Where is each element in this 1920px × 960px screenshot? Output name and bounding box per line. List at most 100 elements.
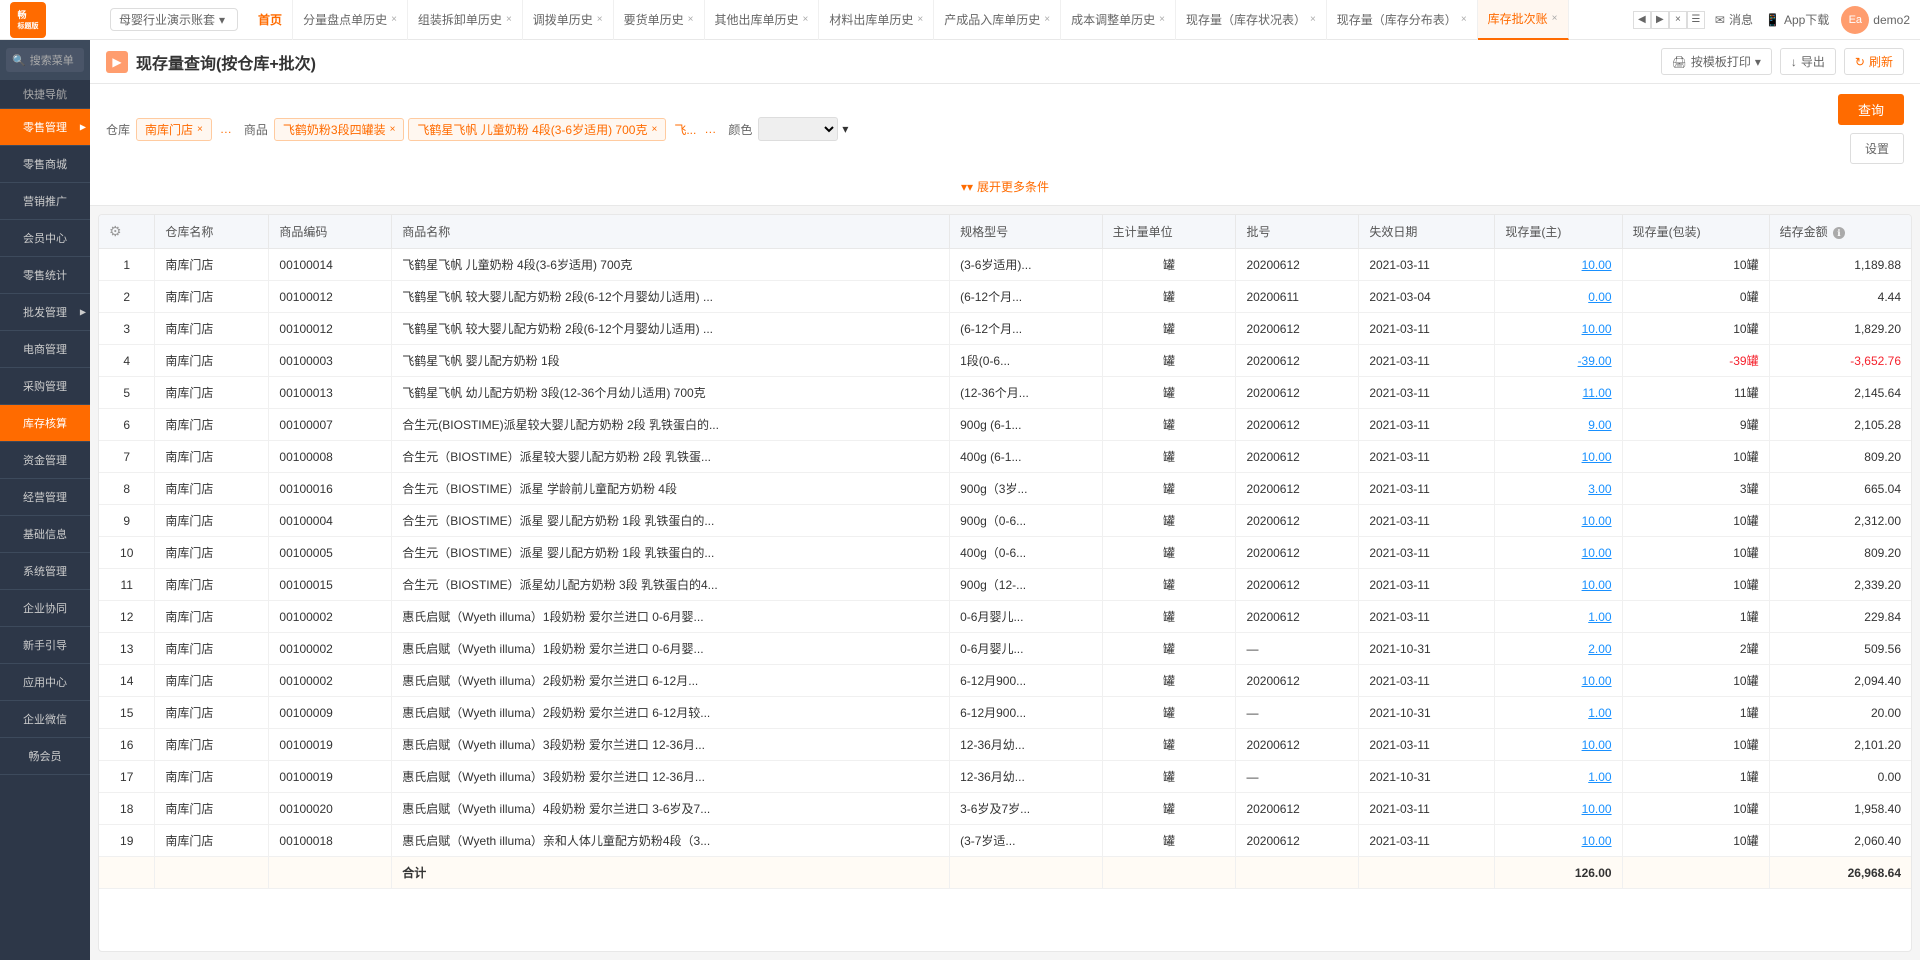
query-button[interactable]: 查询 [1838, 94, 1904, 125]
sidebar-item-member-center[interactable]: 会员中心 [0, 220, 90, 257]
qty-main-link[interactable]: 10.00 [1582, 834, 1612, 848]
close-tab-t9[interactable]: × [1310, 14, 1316, 25]
template-print-button[interactable]: 🖨 按模板打印 ▾ [1661, 48, 1772, 75]
qty-main-link[interactable]: 10.00 [1582, 578, 1612, 592]
tab-nav-close[interactable]: × [1669, 11, 1687, 29]
tab-t2[interactable]: 组装拆卸单历史 × [408, 0, 523, 40]
qty-main-link[interactable]: 10.00 [1582, 450, 1612, 464]
sidebar-item-retail-stats[interactable]: 零售统计 [0, 257, 90, 294]
sidebar-item-wechat[interactable]: 企业微信 [0, 701, 90, 738]
remove-product-tag-2[interactable]: × [651, 124, 657, 135]
sidebar-item-marketing[interactable]: 营销推广 [0, 183, 90, 220]
close-tab-t3[interactable]: × [597, 14, 603, 25]
row-expire: 2021-10-31 [1359, 633, 1495, 665]
user-menu[interactable]: Ea demo2 [1841, 6, 1910, 34]
row-code: 00100018 [269, 825, 392, 857]
tab-t11[interactable]: 库存批次账 × [1478, 0, 1569, 40]
sidebar-item-system[interactable]: 系统管理 [0, 553, 90, 590]
qty-main-link[interactable]: 10.00 [1582, 802, 1612, 816]
product-more[interactable]: 飞... [674, 121, 696, 138]
sidebar-item-enterprise[interactable]: 企业协同 [0, 590, 90, 627]
account-selector[interactable]: 母婴行业演示账套 ▾ [110, 8, 238, 31]
qty-main-link[interactable]: 10.00 [1582, 322, 1612, 336]
page-header: ▶ 现存量查询(按仓库+批次) 🖨 按模板打印 ▾ ↓ 导出 ↻ 刷新 [90, 40, 1920, 84]
tab-t10[interactable]: 现存量（库存分布表） × [1327, 0, 1478, 40]
sidebar-item-membership[interactable]: 畅会员 [0, 738, 90, 775]
sidebar-item-guide[interactable]: 新手引导 [0, 627, 90, 664]
sidebar-item-operations[interactable]: 经营管理 [0, 479, 90, 516]
close-tab-t11[interactable]: × [1552, 13, 1558, 24]
expand-filter-button[interactable]: ▶ [106, 51, 128, 73]
column-settings-icon[interactable]: ⚙ [109, 223, 122, 239]
row-expire: 2021-03-11 [1359, 473, 1495, 505]
row-unit: 罐 [1102, 665, 1236, 697]
qty-main-link[interactable]: 0.00 [1588, 290, 1611, 304]
remove-warehouse-tag[interactable]: × [197, 124, 203, 135]
qty-main-link[interactable]: 10.00 [1582, 674, 1612, 688]
close-tab-t5[interactable]: × [803, 14, 809, 25]
qty-main-link[interactable]: 10.00 [1582, 738, 1612, 752]
col-expire: 失效日期 [1359, 215, 1495, 249]
qty-main-link[interactable]: 10.00 [1582, 258, 1612, 272]
tab-nav-menu[interactable]: ☰ [1687, 11, 1705, 29]
sidebar-item-finance[interactable]: 资金管理 [0, 442, 90, 479]
tab-t7[interactable]: 产成品入库单历史 × [934, 0, 1061, 40]
app-download-button[interactable]: 📱 App下载 [1765, 11, 1829, 28]
tab-t9[interactable]: 现存量（库存状况表） × [1176, 0, 1327, 40]
message-button[interactable]: ✉ 消息 [1715, 11, 1753, 28]
product-more-dots[interactable]: … [704, 122, 716, 136]
tab-nav-next[interactable]: ▶ [1651, 11, 1669, 29]
qty-main-link[interactable]: 1.00 [1588, 706, 1611, 720]
qty-main-link[interactable]: 2.00 [1588, 642, 1611, 656]
qty-main-link[interactable]: 9.00 [1588, 418, 1611, 432]
sidebar-item-basics[interactable]: 基础信息 [0, 516, 90, 553]
sidebar-item-quick-nav[interactable]: 快捷导航 [0, 80, 90, 109]
sidebar-item-ecommerce[interactable]: 电商管理 [0, 331, 90, 368]
close-tab-t4[interactable]: × [688, 14, 694, 25]
close-tab-t6[interactable]: × [917, 14, 923, 25]
qty-main-link[interactable]: 1.00 [1588, 770, 1611, 784]
export-button[interactable]: ↓ 导出 [1780, 48, 1836, 75]
tab-home[interactable]: 首页 [248, 0, 293, 40]
row-batch: — [1236, 697, 1359, 729]
tab-t4[interactable]: 要货单历史 × [614, 0, 705, 40]
settings-button[interactable]: 设置 [1850, 133, 1904, 164]
sidebar-item-app-center[interactable]: 应用中心 [0, 664, 90, 701]
qty-main-link[interactable]: 3.00 [1588, 482, 1611, 496]
close-tab-t1[interactable]: × [391, 14, 397, 25]
tab-t6[interactable]: 材料出库单历史 × [819, 0, 934, 40]
qty-main-link[interactable]: 10.00 [1582, 546, 1612, 560]
remove-product-tag-1[interactable]: × [390, 124, 396, 135]
expand-more-conditions[interactable]: ▾▾ 展开更多条件 [961, 178, 1049, 195]
tab-t5[interactable]: 其他出库单历史 × [705, 0, 820, 40]
sidebar-item-retail-mall[interactable]: 零售商城 [0, 146, 90, 183]
qty-main-link[interactable]: 1.00 [1588, 610, 1611, 624]
sidebar-item-retail-management[interactable]: 零售管理 ▶ [0, 109, 90, 146]
col-warehouse: 仓库名称 [155, 215, 269, 249]
color-dropdown[interactable] [758, 117, 838, 141]
amount-info-icon[interactable]: ℹ [1833, 227, 1845, 239]
row-code: 00100007 [269, 409, 392, 441]
sidebar-item-inventory[interactable]: 库存核算 [0, 405, 90, 442]
logo-icon: 畅 标题版 [10, 2, 46, 38]
qty-main-link[interactable]: 10.00 [1582, 514, 1612, 528]
sidebar-search-area[interactable]: 🔍 搜索菜单 [0, 40, 90, 80]
table-row: 11 南库门店 00100015 合生元（BIOSTIME）派星幼儿配方奶粉 3… [99, 569, 1911, 601]
close-tab-t10[interactable]: × [1461, 14, 1467, 25]
tab-nav-prev[interactable]: ◀ [1633, 11, 1651, 29]
qty-main-link[interactable]: -39.00 [1578, 354, 1612, 368]
warehouse-more[interactable]: … [220, 122, 232, 136]
tab-t8[interactable]: 成本调整单历史 × [1061, 0, 1176, 40]
close-tab-t8[interactable]: × [1159, 14, 1165, 25]
close-tab-t2[interactable]: × [506, 14, 512, 25]
qty-main-link[interactable]: 11.00 [1582, 386, 1611, 400]
sidebar-item-wholesale[interactable]: 批发管理 ▶ [0, 294, 90, 331]
col-qty-main: 现存量(主) [1495, 215, 1622, 249]
close-tab-t7[interactable]: × [1044, 14, 1050, 25]
refresh-button[interactable]: ↻ 刷新 [1844, 48, 1904, 75]
row-name: 合生元（BIOSTIME）派星幼儿配方奶粉 3段 乳铁蛋白的4... [392, 569, 950, 601]
tab-t3[interactable]: 调拨单历史 × [523, 0, 614, 40]
row-no: 7 [99, 441, 155, 473]
sidebar-item-purchasing[interactable]: 采购管理 [0, 368, 90, 405]
tab-t1[interactable]: 分量盘点单历史 × [293, 0, 408, 40]
